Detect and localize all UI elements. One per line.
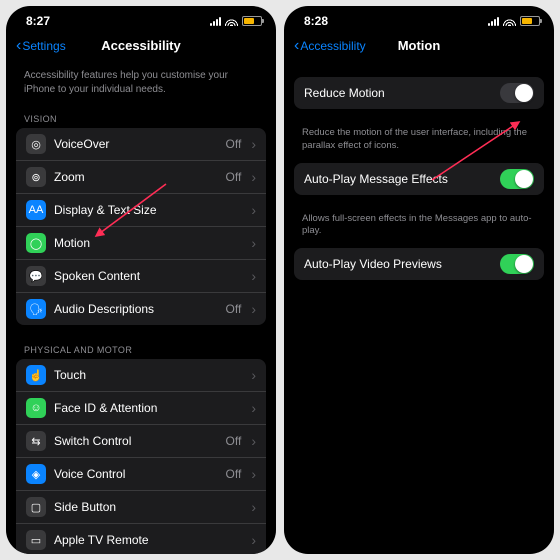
settings-row[interactable]: 💬 Spoken Content › bbox=[16, 259, 266, 292]
phone-left: 8:27 ‹ Settings Accessibility Accessibil… bbox=[6, 6, 276, 554]
settings-row[interactable]: ▭ Apple TV Remote › bbox=[16, 523, 266, 554]
chevron-right-icon: › bbox=[251, 367, 256, 383]
row-label: Face ID & Attention bbox=[54, 401, 241, 415]
chevron-right-icon: › bbox=[251, 268, 256, 284]
settings-group: Auto-Play Message Effects bbox=[294, 163, 544, 195]
row-value: Off bbox=[226, 434, 242, 448]
faceid-icon: ☺ bbox=[26, 398, 46, 418]
cellular-icon bbox=[210, 17, 221, 26]
row-label: Display & Text Size bbox=[54, 203, 241, 217]
status-time: 8:28 bbox=[304, 14, 328, 28]
settings-row[interactable]: ▢ Side Button › bbox=[16, 490, 266, 523]
chevron-right-icon: › bbox=[251, 433, 256, 449]
settings-row[interactable]: 🗣 Audio Descriptions Off › bbox=[16, 292, 266, 325]
row-label: Voice Control bbox=[54, 467, 218, 481]
audio-desc-icon: 🗣 bbox=[26, 299, 46, 319]
chevron-right-icon: › bbox=[251, 235, 256, 251]
back-label: Accessibility bbox=[300, 39, 365, 53]
section-physical: PHYSICAL AND MOTOR ☝ Touch › ☺ Face ID & Att… bbox=[6, 339, 276, 554]
voice-control-icon: ◈ bbox=[26, 464, 46, 484]
row-value: Off bbox=[226, 170, 242, 184]
apple-tv-remote-icon: ▭ bbox=[26, 530, 46, 550]
row-value: Off bbox=[226, 467, 242, 481]
row-label: Apple TV Remote bbox=[54, 533, 241, 547]
group-physical: ☝ Touch › ☺ Face ID & Attention › ⇆ Switch Cont… bbox=[16, 359, 266, 554]
chevron-right-icon: › bbox=[251, 400, 256, 416]
toggle-row[interactable]: Auto-Play Video Previews bbox=[294, 248, 544, 280]
section-vision: VISION ◎ VoiceOver Off › ⊚ Zoom Off › AA Display … bbox=[6, 108, 276, 325]
toggle-row[interactable]: Reduce Motion bbox=[294, 77, 544, 109]
side-button-icon: ▢ bbox=[26, 497, 46, 517]
back-button[interactable]: ‹ Settings bbox=[16, 38, 66, 54]
settings-group: Reduce Motion bbox=[294, 77, 544, 109]
settings-row[interactable]: ◈ Voice Control Off › bbox=[16, 457, 266, 490]
row-label: Auto-Play Video Previews bbox=[304, 257, 492, 271]
group-footer: Allows full-screen effects in the Messag… bbox=[284, 209, 554, 249]
cellular-icon bbox=[488, 17, 499, 26]
chevron-right-icon: › bbox=[251, 466, 256, 482]
nav-bar: ‹ Accessibility Motion bbox=[284, 32, 554, 63]
settings-row[interactable]: ⇆ Switch Control Off › bbox=[16, 424, 266, 457]
settings-row[interactable]: ☝ Touch › bbox=[16, 359, 266, 391]
battery-icon bbox=[520, 16, 540, 26]
switch-control-icon: ⇆ bbox=[26, 431, 46, 451]
section-header: PHYSICAL AND MOTOR bbox=[6, 339, 276, 359]
intro-text: Accessibility features help you customis… bbox=[6, 63, 276, 108]
status-bar: 8:27 bbox=[6, 6, 276, 32]
toggle-switch[interactable] bbox=[500, 254, 534, 274]
chevron-right-icon: › bbox=[251, 202, 256, 218]
back-button[interactable]: ‹ Accessibility bbox=[294, 38, 366, 54]
wifi-icon bbox=[225, 16, 238, 26]
back-label: Settings bbox=[22, 39, 65, 53]
toggle-switch[interactable] bbox=[500, 169, 534, 189]
row-label: Switch Control bbox=[54, 434, 218, 448]
display-text-icon: AA bbox=[26, 200, 46, 220]
spoken-content-icon: 💬 bbox=[26, 266, 46, 286]
row-label: Spoken Content bbox=[54, 269, 241, 283]
motion-icon: ◯ bbox=[26, 233, 46, 253]
page-title: Accessibility bbox=[101, 38, 181, 53]
group-footer: Reduce the motion of the user interface,… bbox=[284, 123, 554, 163]
toggle-switch[interactable] bbox=[500, 83, 534, 103]
zoom-icon: ⊚ bbox=[26, 167, 46, 187]
chevron-right-icon: › bbox=[251, 301, 256, 317]
settings-row[interactable]: ⊚ Zoom Off › bbox=[16, 160, 266, 193]
row-label: Audio Descriptions bbox=[54, 302, 218, 316]
chevron-right-icon: › bbox=[251, 169, 256, 185]
row-value: Off bbox=[226, 302, 242, 316]
chevron-left-icon: ‹ bbox=[16, 38, 21, 54]
status-bar: 8:28 bbox=[284, 6, 554, 32]
voiceover-icon: ◎ bbox=[26, 134, 46, 154]
row-value: Off bbox=[226, 137, 242, 151]
chevron-right-icon: › bbox=[251, 136, 256, 152]
row-label: Motion bbox=[54, 236, 241, 250]
settings-row[interactable]: ☺ Face ID & Attention › bbox=[16, 391, 266, 424]
row-label: Zoom bbox=[54, 170, 218, 184]
chevron-left-icon: ‹ bbox=[294, 38, 299, 54]
row-label: Auto-Play Message Effects bbox=[304, 172, 492, 186]
settings-group: Auto-Play Video Previews bbox=[294, 248, 544, 280]
page-title: Motion bbox=[398, 38, 441, 53]
settings-row[interactable]: AA Display & Text Size › bbox=[16, 193, 266, 226]
status-time: 8:27 bbox=[26, 14, 50, 28]
nav-bar: ‹ Settings Accessibility bbox=[6, 32, 276, 63]
group-vision: ◎ VoiceOver Off › ⊚ Zoom Off › AA Display & Text … bbox=[16, 128, 266, 325]
settings-row[interactable]: ◎ VoiceOver Off › bbox=[16, 128, 266, 160]
row-label: Side Button bbox=[54, 500, 241, 514]
wifi-icon bbox=[503, 16, 516, 26]
battery-icon bbox=[242, 16, 262, 26]
toggle-row[interactable]: Auto-Play Message Effects bbox=[294, 163, 544, 195]
chevron-right-icon: › bbox=[251, 532, 256, 548]
row-label: Reduce Motion bbox=[304, 86, 492, 100]
chevron-right-icon: › bbox=[251, 499, 256, 515]
phone-right: 8:28 ‹ Accessibility Motion Reduce Motio… bbox=[284, 6, 554, 554]
section-header: VISION bbox=[6, 108, 276, 128]
row-label: Touch bbox=[54, 368, 241, 382]
settings-row[interactable]: ◯ Motion › bbox=[16, 226, 266, 259]
row-label: VoiceOver bbox=[54, 137, 218, 151]
touch-icon: ☝ bbox=[26, 365, 46, 385]
